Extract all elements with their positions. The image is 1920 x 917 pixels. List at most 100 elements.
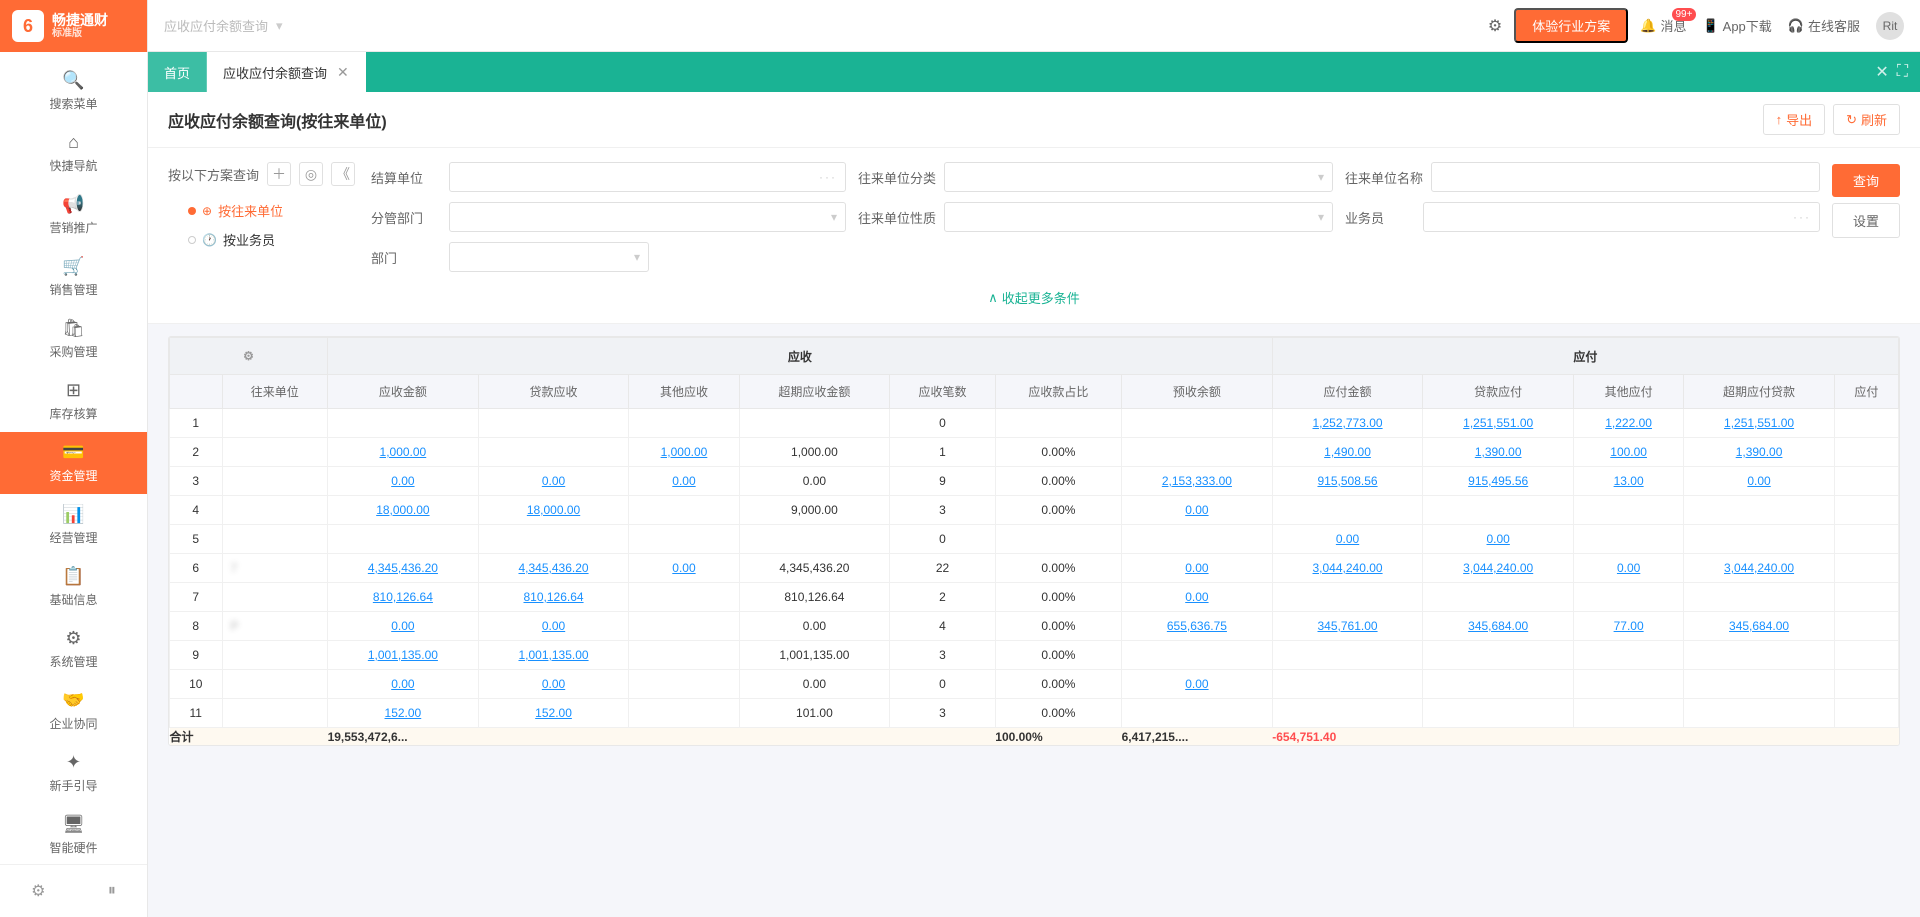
table-cell[interactable] — [1423, 641, 1574, 670]
table-cell[interactable]: 0.00 — [1684, 467, 1835, 496]
table-cell[interactable] — [1272, 496, 1423, 525]
table-cell[interactable] — [1272, 641, 1423, 670]
table-cell[interactable] — [1574, 525, 1684, 554]
table-cell[interactable] — [629, 583, 739, 612]
table-cell[interactable]: 1,390.00 — [1423, 438, 1574, 467]
table-cell[interactable]: 1,251,551.00 — [1423, 409, 1574, 438]
table-cell[interactable]: 1,001,135.00 — [478, 641, 629, 670]
table-cell[interactable]: 1,251,551.00 — [1684, 409, 1835, 438]
table-cell[interactable]: 0.00 — [1122, 496, 1273, 525]
table-cell[interactable]: 345,684.00 — [1423, 612, 1574, 641]
table-cell[interactable] — [478, 409, 629, 438]
table-cell[interactable]: 18,000.00 — [328, 496, 479, 525]
sidebar-item-system[interactable]: ⚙ 系统管理 — [0, 618, 147, 680]
footer-ar-amount[interactable]: 19,553,472,6... — [328, 728, 479, 746]
table-cell[interactable] — [1574, 699, 1684, 728]
table-cell[interactable]: 13.00 — [1574, 467, 1684, 496]
sidebar-item-search[interactable]: 🔍 搜索菜单 — [0, 60, 147, 122]
table-cell[interactable] — [1684, 699, 1835, 728]
table-cell[interactable]: 3,044,240.00 — [1684, 554, 1835, 583]
table-cell[interactable] — [629, 670, 739, 699]
table-cell[interactable] — [328, 525, 479, 554]
setting-filter-button[interactable]: 设置 — [1832, 203, 1900, 238]
user-avatar[interactable]: Rit — [1876, 12, 1904, 40]
sidebar-item-hardware[interactable]: 🖥 智能硬件 — [0, 804, 147, 864]
table-cell[interactable] — [629, 409, 739, 438]
footer-prepay-balance[interactable]: 6,417,215.... — [1122, 728, 1273, 746]
table-cell[interactable]: 0.00 — [1423, 525, 1574, 554]
table-cell[interactable] — [1122, 699, 1273, 728]
table-cell[interactable] — [629, 525, 739, 554]
table-cell[interactable]: 0.00 — [1122, 583, 1273, 612]
table-cell[interactable]: 0.00 — [629, 467, 739, 496]
table-cell[interactable] — [629, 699, 739, 728]
app-download-button[interactable]: 📱 App下载 — [1702, 16, 1771, 35]
sidebar-item-operation[interactable]: 📊 经营管理 — [0, 494, 147, 556]
table-cell[interactable]: 3,044,240.00 — [1272, 554, 1423, 583]
table-cell[interactable] — [1574, 496, 1684, 525]
query-button[interactable]: 查询 — [1832, 164, 1900, 197]
table-cell[interactable]: 152.00 — [478, 699, 629, 728]
table-cell[interactable] — [629, 612, 739, 641]
refresh-button[interactable]: ↻ 刷新 — [1833, 104, 1900, 135]
sidebar-item-guide[interactable]: ✦ 新手引导 — [0, 742, 147, 804]
table-cell[interactable] — [1272, 670, 1423, 699]
table-cell[interactable] — [629, 641, 739, 670]
table-cell[interactable] — [1574, 641, 1684, 670]
table-cell[interactable]: 77.00 — [1574, 612, 1684, 641]
table-cell[interactable]: 0.00 — [1574, 554, 1684, 583]
table-cell[interactable]: 0.00 — [328, 612, 479, 641]
filter-collapse-button[interactable]: ∧ 收起更多条件 — [168, 280, 1900, 315]
table-cell[interactable]: 345,684.00 — [1684, 612, 1835, 641]
tab-home[interactable]: 首页 — [148, 52, 207, 92]
table-cell[interactable]: 1,222.00 — [1574, 409, 1684, 438]
table-cell[interactable] — [1574, 583, 1684, 612]
table-settings-icon[interactable]: ⚙ — [239, 346, 259, 366]
partner-name-input[interactable] — [1431, 162, 1820, 192]
table-cell[interactable]: 0.00 — [328, 670, 479, 699]
collapse-btn[interactable]: ⏸ — [100, 878, 124, 904]
table-cell[interactable]: 2,153,333.00 — [1122, 467, 1273, 496]
sidebar-item-purchase[interactable]: 🛍 采购管理 — [0, 308, 147, 370]
table-cell[interactable]: 0.00 — [478, 467, 629, 496]
sidebar-item-inventory[interactable]: ⊞ 库存核算 — [0, 370, 147, 432]
online-service-button[interactable]: 🎧 在线客服 — [1788, 16, 1860, 35]
table-cell[interactable] — [1684, 525, 1835, 554]
table-cell[interactable] — [1272, 699, 1423, 728]
table-cell[interactable]: 4,345,436.20 — [478, 554, 629, 583]
sidebar-item-marketing[interactable]: 📢 营销推广 — [0, 184, 147, 246]
table-cell[interactable]: 1,001,135.00 — [328, 641, 479, 670]
table-cell[interactable] — [328, 409, 479, 438]
sidebar-item-sales[interactable]: 🛒 销售管理 — [0, 246, 147, 308]
table-cell[interactable]: 0.00 — [478, 612, 629, 641]
table-cell[interactable]: 1,390.00 — [1684, 438, 1835, 467]
sidebar-item-finance[interactable]: 💳 资金管理 — [0, 432, 147, 494]
table-cell[interactable] — [1684, 496, 1835, 525]
table-cell[interactable]: 0.00 — [1122, 554, 1273, 583]
filter-target-button[interactable]: ◎ — [299, 162, 323, 186]
sidebar-item-quick[interactable]: ⌂ 快捷导航 — [0, 122, 147, 184]
table-cell[interactable]: 100.00 — [1574, 438, 1684, 467]
table-cell[interactable]: 0.00 — [328, 467, 479, 496]
table-cell[interactable] — [1684, 583, 1835, 612]
export-button[interactable]: ↑ 导出 — [1763, 104, 1826, 135]
table-cell[interactable] — [478, 525, 629, 554]
table-cell[interactable]: 152.00 — [328, 699, 479, 728]
dept-supervisor-input[interactable]: ▾ — [449, 202, 846, 232]
table-cell[interactable] — [1423, 699, 1574, 728]
table-cell[interactable] — [1684, 641, 1835, 670]
table-cell[interactable] — [1684, 670, 1835, 699]
table-cell[interactable]: 915,508.56 — [1272, 467, 1423, 496]
table-cell[interactable]: 0.00 — [1122, 670, 1273, 699]
tab-close-window-icon[interactable]: ✕ — [1875, 62, 1888, 82]
tab-close-icon[interactable]: ✕ — [337, 64, 349, 81]
table-cell[interactable]: 810,126.64 — [478, 583, 629, 612]
table-cell[interactable] — [478, 438, 629, 467]
table-cell[interactable] — [1122, 409, 1273, 438]
table-cell[interactable]: 0.00 — [629, 554, 739, 583]
sidebar-item-basic[interactable]: 📋 基础信息 — [0, 556, 147, 618]
table-cell[interactable]: 0.00 — [1272, 525, 1423, 554]
table-cell[interactable]: 1,000.00 — [629, 438, 739, 467]
table-cell[interactable]: 1,252,773.00 — [1272, 409, 1423, 438]
table-cell[interactable] — [629, 496, 739, 525]
